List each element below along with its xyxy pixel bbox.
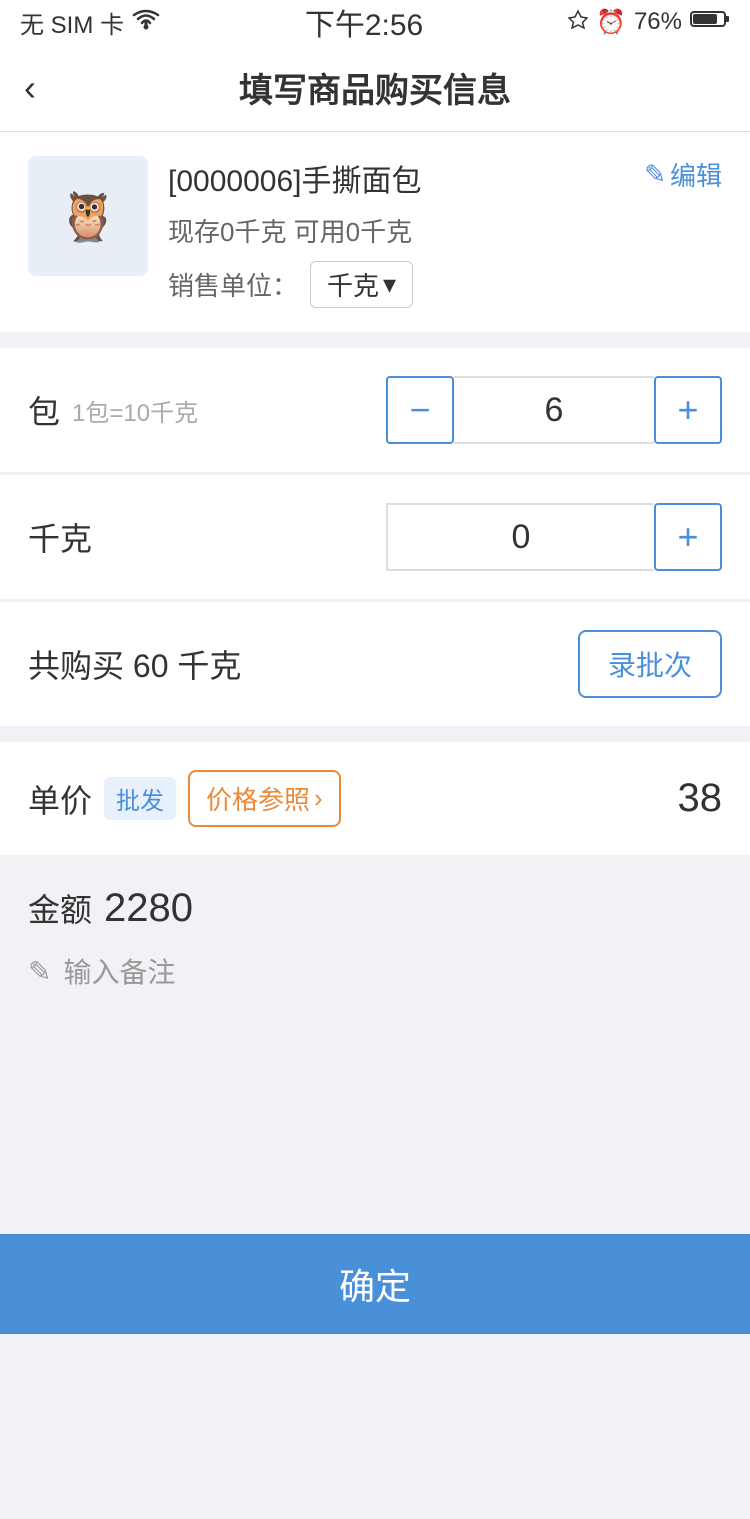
status-time: 下午2:56 [305,0,423,44]
status-right: ⏰ 76% [568,8,730,37]
price-row: 单价 批发 价格参照 › 38 [28,770,722,827]
battery-level: 76% [634,8,682,36]
amount-section: 金额 2280 ✎ 输入备注 [0,857,750,1019]
package-quantity-input[interactable] [454,376,654,444]
status-left: 无 SIM 卡 [20,5,160,40]
unit-label: 销售单位： [168,266,298,303]
price-label-area: 单价 批发 价格参照 › [28,770,341,827]
product-name: [0000006]手撕面包 [168,156,421,200]
amount-label: 金额 [28,885,92,931]
product-unit-row: 销售单位： 千克 ▾ [168,261,722,308]
unit-value: 千克 [327,266,379,303]
product-logo: 🦉 [58,188,118,245]
summary-text: 共购买 60 千克 [28,641,241,687]
edit-icon: ✎ [644,159,666,190]
amount-value: 2280 [104,886,193,931]
price-tag: 批发 [104,777,176,820]
kg-quantity-control: + [386,503,722,571]
remark-label: 输入备注 [63,951,175,991]
back-button[interactable]: ‹ [24,67,36,109]
package-input-section: 包 1包=10千克 − + [0,348,750,473]
kg-quantity-input[interactable] [386,503,654,571]
product-info: [0000006]手撕面包 ✎ 编辑 现存0千克 可用0千克 销售单位： 千克 … [168,156,722,308]
page-title: 填写商品购买信息 [239,63,511,112]
empty-space [0,1019,750,1419]
package-minus-button[interactable]: − [386,376,454,444]
amount-row: 金额 2280 [28,885,722,931]
remark-icon: ✎ [28,955,51,988]
package-plus-button[interactable]: + [654,376,722,444]
wifi-icon [132,8,160,37]
package-hint: 1包=10千克 [72,393,198,428]
product-section: 🦉 [0000006]手撕面包 ✎ 编辑 现存0千克 可用0千克 销售单位： 千… [0,132,750,332]
product-image: 🦉 [28,156,148,276]
status-bar: 无 SIM 卡 下午2:56 ⏰ 76% [0,0,750,44]
price-ref-arrow: › [314,783,323,814]
nav-bar: ‹ 填写商品购买信息 [0,44,750,132]
product-top-row: [0000006]手撕面包 ✎ 编辑 [168,156,722,212]
package-label: 包 [28,387,60,433]
price-ref-button[interactable]: 价格参照 › [188,770,341,827]
price-value: 38 [678,776,723,821]
kg-label: 千克 [28,514,92,560]
package-quantity-control: − + [386,376,722,444]
location-icon [568,8,588,36]
price-section: 单价 批发 价格参照 › 38 [0,742,750,857]
package-input-row: 包 1包=10千克 − + [0,348,750,473]
product-stock: 现存0千克 可用0千克 [168,212,722,249]
kg-label-area: 千克 [28,514,92,560]
price-ref-label: 价格参照 [206,780,310,817]
price-label: 单价 [28,776,92,822]
kg-input-row: 千克 + [0,475,750,600]
sim-status: 无 SIM 卡 [20,5,124,40]
remark-row[interactable]: ✎ 输入备注 [28,951,722,991]
edit-label: 编辑 [670,156,722,193]
package-label-area: 包 1包=10千克 [28,387,198,433]
kg-plus-button[interactable]: + [654,503,722,571]
alarm-icon: ⏰ [596,8,626,37]
kg-input-section: 千克 + [0,475,750,600]
edit-button[interactable]: ✎ 编辑 [644,156,722,193]
batch-button[interactable]: 录批次 [578,630,722,698]
unit-dropdown[interactable]: 千克 ▾ [310,261,413,308]
summary-section: 共购买 60 千克 录批次 [0,602,750,726]
confirm-button[interactable]: 确定 [0,1234,750,1334]
battery-icon [690,8,730,36]
chevron-down-icon: ▾ [383,269,396,300]
